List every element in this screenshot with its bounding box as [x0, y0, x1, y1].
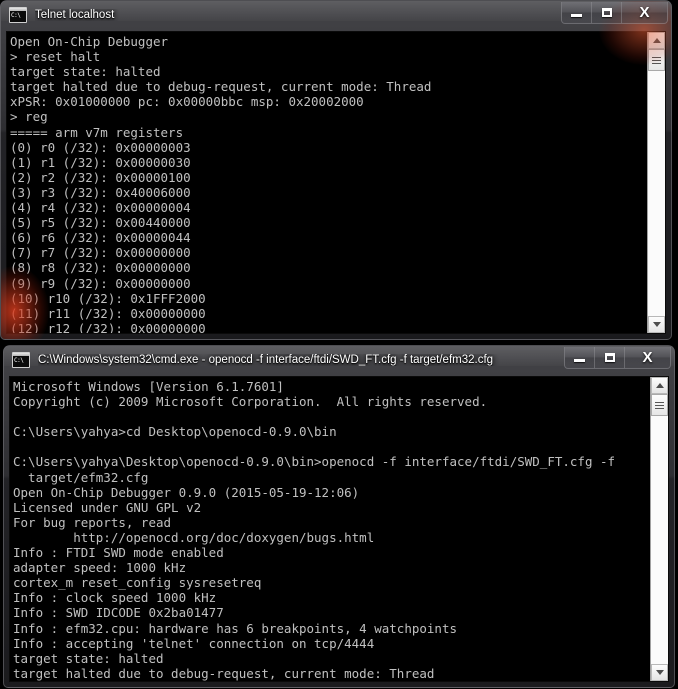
console-line: Microsoft Windows [Version 6.1.7601]	[13, 379, 284, 394]
scrollbar-thumb[interactable]	[651, 394, 668, 416]
console-line: (11) r11 (/32): 0x00000000	[10, 305, 206, 321]
console-line: ===== arm v7m registers	[10, 124, 184, 140]
console-line: > reset halt	[10, 49, 101, 65]
console-line: Open On-Chip Debugger	[10, 34, 169, 49]
close-icon: X	[639, 4, 650, 21]
console-line: (8) r8 (/32): 0x00000000	[10, 260, 191, 276]
caption-buttons-openocd[interactable]: X	[564, 347, 671, 369]
scrollbar-thumb[interactable]	[648, 49, 665, 71]
console-line: (12) r12 (/32): 0x00000000	[10, 320, 206, 333]
scroll-down-button[interactable]	[651, 664, 668, 681]
titlebar-openocd[interactable]: C:\ C:\Windows\system32\cmd.exe - openoc…	[4, 346, 674, 374]
cmd-console-icon-glyph: C:\	[11, 12, 21, 19]
window-title-openocd: C:\Windows\system32\cmd.exe - openocd -f…	[38, 354, 494, 366]
console-line: Open On-Chip Debugger 0.9.0 (2015-05-19-…	[13, 484, 360, 500]
console-line: cortex_m reset_config sysresetreq	[13, 575, 262, 591]
chevron-down-icon	[652, 322, 661, 327]
scroll-up-button[interactable]	[648, 32, 665, 49]
maximize-icon	[604, 353, 615, 362]
chevron-up-icon	[655, 383, 664, 388]
maximize-button[interactable]	[595, 347, 625, 368]
console-line: target halted due to debug-request, curr…	[10, 79, 432, 95]
console-line: (4) r4 (/32): 0x00000004	[10, 200, 191, 216]
console-line: target state: halted	[13, 650, 164, 666]
chevron-down-icon	[655, 670, 664, 675]
cmd-console-icon: C:\	[9, 7, 27, 23]
console-line: (5) r5 (/32): 0x00440000	[10, 215, 191, 231]
scrollbar-openocd[interactable]	[650, 377, 668, 681]
scroll-down-button[interactable]	[648, 316, 665, 333]
console-line: (6) r6 (/32): 0x00000044	[10, 230, 191, 246]
console-line: Info : clock speed 1000 kHz	[13, 590, 217, 606]
close-button[interactable]: X	[622, 2, 667, 23]
grip-icon	[652, 56, 661, 64]
console-line: Licensed under GNU GPL v2	[13, 499, 202, 515]
console-line: Info : efm32.cpu: hardware has 6 breakpo…	[13, 620, 458, 636]
minimize-button[interactable]	[562, 2, 592, 23]
console-line: Info : SWD IDCODE 0x2ba01477	[13, 605, 224, 621]
scroll-up-button[interactable]	[651, 377, 668, 394]
close-button[interactable]: X	[625, 347, 670, 368]
console-line: Copyright (c) 2009 Microsoft Corporation…	[13, 394, 488, 410]
console-line: (9) r9 (/32): 0x00000000	[10, 275, 191, 291]
console-line: target state: halted	[10, 64, 161, 80]
console-line: (10) r10 (/32): 0x1FFF2000	[10, 290, 206, 306]
scrollbar-track[interactable]	[648, 49, 665, 316]
console-line: (3) r3 (/32): 0x40006000	[10, 184, 191, 200]
grip-icon	[655, 401, 664, 409]
scrollbar-track[interactable]	[651, 394, 668, 664]
console-line: target/efm32.cfg	[13, 469, 149, 485]
maximize-button[interactable]	[592, 2, 622, 23]
console-line: (1) r1 (/32): 0x00000030	[10, 154, 191, 170]
console-line: (2) r2 (/32): 0x00000100	[10, 169, 191, 185]
scrollbar-telnet[interactable]	[647, 32, 665, 333]
console-line: (7) r7 (/32): 0x00000000	[10, 245, 191, 261]
console-output-openocd[interactable]: Microsoft Windows [Version 6.1.7601] Copy…	[10, 377, 650, 681]
console-line: (0) r0 (/32): 0x00000003	[10, 139, 191, 155]
window-cmd-openocd[interactable]: C:\ C:\Windows\system32\cmd.exe - openoc…	[3, 345, 675, 688]
console-line: C:\Users\yahya\Desktop\openocd-0.9.0\bin…	[13, 454, 616, 470]
console-line: For bug reports, read	[13, 514, 172, 530]
chevron-up-icon	[652, 38, 661, 43]
minimize-icon	[571, 14, 582, 17]
console-line: Info : FTDI SWD mode enabled	[13, 545, 224, 561]
console-output-telnet[interactable]: Open On-Chip Debugger > reset halt target …	[7, 32, 647, 333]
client-area-telnet: Open On-Chip Debugger > reset halt target …	[6, 31, 666, 334]
console-line: http://openocd.org/doc/doxygen/bugs.html	[13, 529, 375, 545]
minimize-button[interactable]	[565, 347, 595, 368]
console-line: Info : accepting 'telnet' connection on …	[13, 635, 375, 651]
console-line: target halted due to debug-request, curr…	[13, 665, 435, 681]
maximize-icon	[601, 8, 612, 17]
window-telnet-localhost[interactable]: C:\ Telnet localhost X Open On-Chip Debu…	[0, 0, 672, 340]
cmd-console-icon: C:\	[12, 352, 30, 368]
console-line: C:\Users\yahya>cd Desktop\openocd-0.9.0\…	[13, 424, 337, 440]
titlebar-telnet[interactable]: C:\ Telnet localhost X	[1, 1, 671, 29]
minimize-icon	[574, 359, 585, 362]
cmd-console-icon-glyph: C:\	[14, 357, 24, 364]
window-title-telnet: Telnet localhost	[35, 9, 115, 21]
console-line: > reg	[10, 109, 48, 125]
client-area-openocd: Microsoft Windows [Version 6.1.7601] Copy…	[9, 376, 669, 682]
close-icon: X	[642, 349, 653, 366]
console-line: adapter speed: 1000 kHz	[13, 560, 187, 576]
console-line: xPSR: 0x01000000 pc: 0x00000bbc msp: 0x2…	[10, 94, 364, 110]
caption-buttons-telnet[interactable]: X	[561, 2, 668, 24]
